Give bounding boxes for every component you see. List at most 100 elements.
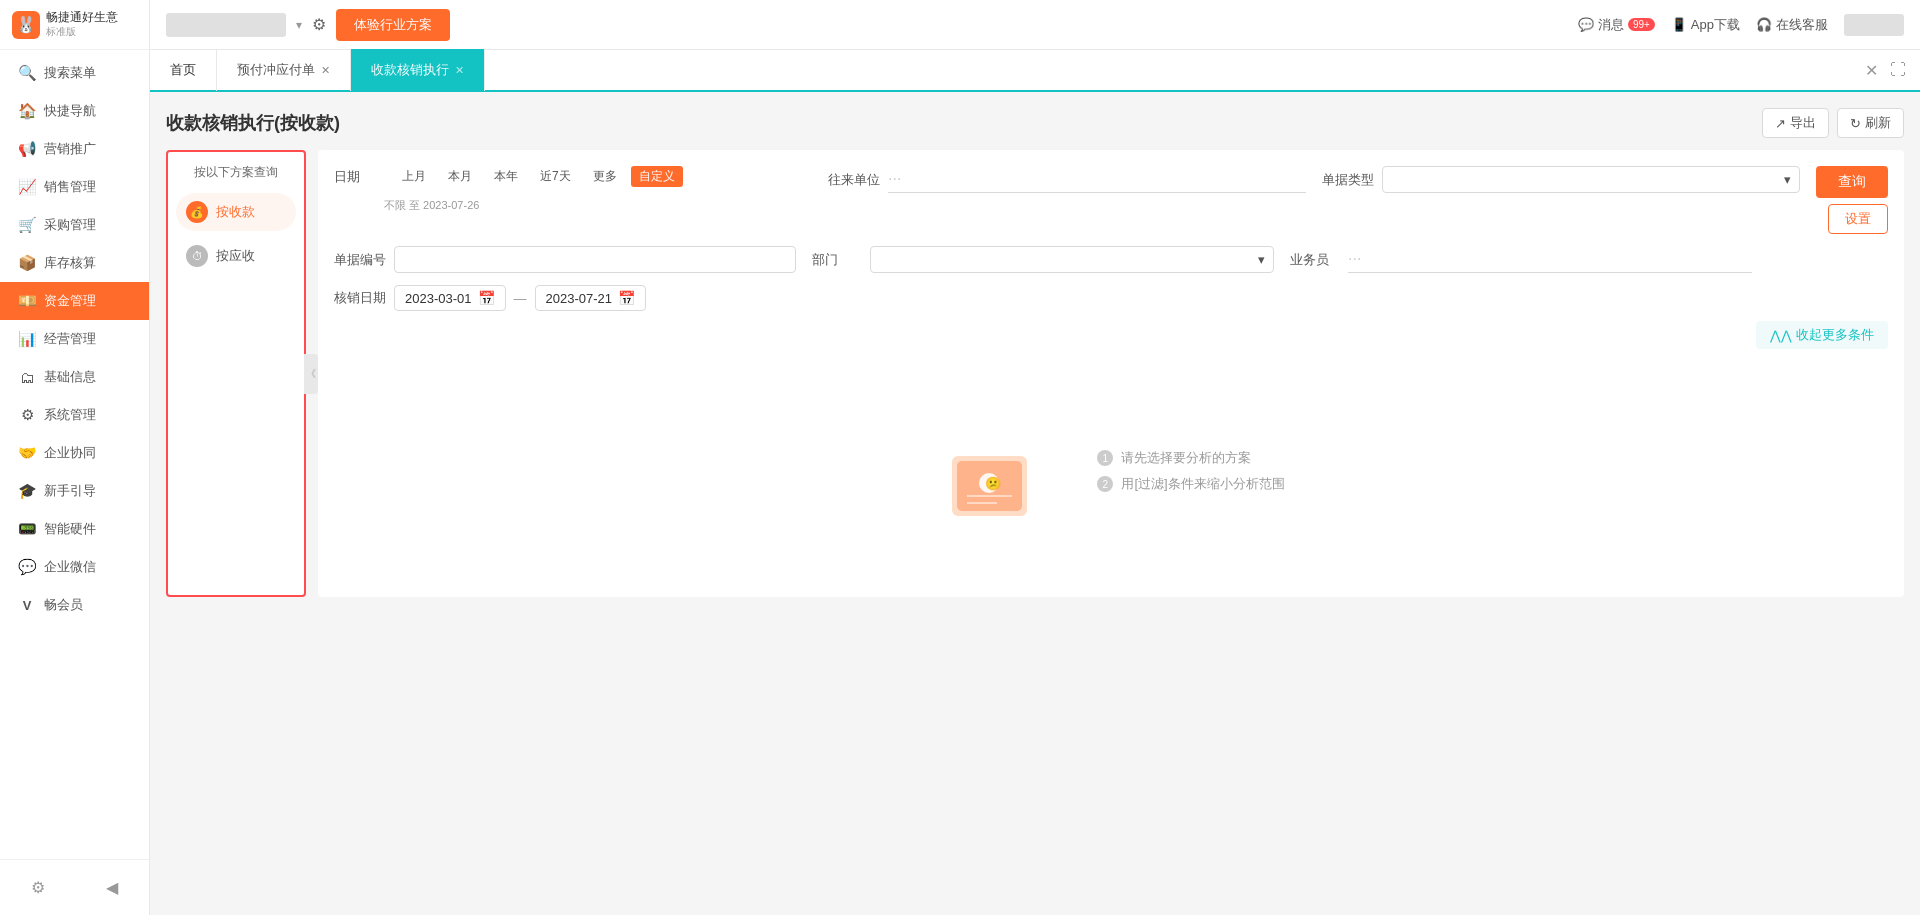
refresh-button[interactable]: ↻ 刷新: [1837, 108, 1904, 138]
date-tab-more[interactable]: 更多: [585, 166, 625, 187]
sidebar-label-collab: 企业协同: [44, 444, 96, 462]
empty-svg: 😕: [937, 421, 1057, 521]
calendar-start-icon: 📅: [478, 290, 495, 306]
sidebar: 🐰 畅捷通好生意 标准版 🔍 搜索菜单 🏠 快捷导航 📢 营销推广 📈 销售管理…: [0, 0, 150, 915]
date-tab-this-year[interactable]: 本年: [486, 166, 526, 187]
sidebar-item-operation[interactable]: 📊 经营管理: [0, 320, 149, 358]
empty-illustration: 😕: [937, 421, 1057, 521]
page-content: 收款核销执行(按收款) ↗ 导出 ↻ 刷新 按以下方案查询 💰 按收款: [150, 92, 1920, 915]
calendar-end-icon: 📅: [618, 290, 635, 306]
receivable-icon: ⏱: [186, 245, 208, 267]
filter-row-2: 单据编号 部门 ▾ 业务员 ···: [334, 246, 1888, 273]
main-wrapper: ▾ ⚙ 体验行业方案 💬 消息 99+ 📱 App下载 🎧 在线客服 首页: [150, 0, 1920, 915]
filter-by-receipt[interactable]: 💰 按收款: [176, 193, 296, 231]
sidebar-item-hardware[interactable]: 📟 智能硬件: [0, 510, 149, 548]
date-tab-this-month[interactable]: 本月: [440, 166, 480, 187]
marketing-icon: 📢: [18, 140, 36, 158]
sidebar-label-basic: 基础信息: [44, 368, 96, 386]
counterparty-dots-btn[interactable]: ···: [888, 170, 901, 187]
settings-icon[interactable]: ⚙: [23, 870, 53, 905]
dept-label: 部门: [812, 251, 862, 269]
sidebar-item-system[interactable]: ⚙ 系统管理: [0, 396, 149, 434]
page-header: 收款核销执行(按收款) ↗ 导出 ↻ 刷新: [166, 108, 1904, 138]
date-tab-last-month[interactable]: 上月: [394, 166, 434, 187]
sidebar-label-wechat: 企业微信: [44, 558, 96, 576]
tab-receipt-close-icon[interactable]: ✕: [455, 64, 464, 77]
dropdown-arrow-icon[interactable]: ▾: [296, 18, 302, 32]
app-edition: 标准版: [46, 25, 118, 39]
collapse-more-section: ⋀⋀ 收起更多条件: [334, 321, 1888, 349]
salesman-dots-btn[interactable]: ···: [1348, 250, 1361, 267]
collapse-more-button[interactable]: ⋀⋀ 收起更多条件: [1756, 321, 1888, 349]
app-download-button[interactable]: 📱 App下载: [1671, 16, 1740, 34]
sidebar-item-sales[interactable]: 📈 销售管理: [0, 168, 149, 206]
verify-date-end-input[interactable]: 2023-07-21 📅: [535, 285, 647, 311]
settings-gear-icon[interactable]: ⚙: [312, 15, 326, 34]
settings-button[interactable]: 设置: [1828, 204, 1888, 234]
sidebar-item-purchase[interactable]: 🛒 采购管理: [0, 206, 149, 244]
sidebar-label-system: 系统管理: [44, 406, 96, 424]
search-icon: 🔍: [18, 64, 36, 82]
online-service-label: 在线客服: [1776, 16, 1828, 34]
sidebar-label-operation: 经营管理: [44, 330, 96, 348]
sidebar-item-shortcut[interactable]: 🏠 快捷导航: [0, 92, 149, 130]
filter-by-receivable[interactable]: ⏱ 按应收: [176, 237, 296, 275]
sidebar-item-finance[interactable]: 💴 资金管理: [0, 282, 149, 320]
bill-type-select[interactable]: ▾: [1382, 166, 1800, 193]
sidebar-item-wechat[interactable]: 💬 企业微信: [0, 548, 149, 586]
date-tabs: 上月 本月 本年 近7天 更多 自定义: [394, 166, 683, 187]
step1-num: 1: [1097, 450, 1113, 466]
tab-prepay-close-icon[interactable]: ✕: [321, 64, 330, 77]
sidebar-label-purchase: 采购管理: [44, 216, 96, 234]
sidebar-item-inventory[interactable]: 📦 库存核算: [0, 244, 149, 282]
verify-date-start-input[interactable]: 2023-03-01 📅: [394, 285, 506, 311]
solution-button[interactable]: 体验行业方案: [336, 9, 450, 41]
verify-date-end-value: 2023-07-21: [546, 291, 613, 306]
empty-text-block: 1 请先选择要分析的方案 2 用[过滤]条件来缩小分析范围: [1097, 449, 1284, 493]
user-avatar[interactable]: [1844, 14, 1904, 36]
sidebar-label-guide: 新手引导: [44, 482, 96, 500]
date-filter-row: 日期 上月 本月 本年 近7天 更多 自定义 不限 至 2023-07-26: [334, 166, 812, 213]
sidebar-logo: 🐰 畅捷通好生意 标准版: [0, 0, 149, 50]
export-icon: ↗: [1775, 116, 1786, 131]
sidebar-label-search: 搜索菜单: [44, 64, 96, 82]
headset-icon: 🎧: [1756, 17, 1772, 32]
counterparty-label: 往来单位: [828, 171, 880, 189]
panel-collapse-button[interactable]: 《: [304, 354, 318, 394]
topbar-brand: [166, 13, 286, 37]
bill-no-label: 单据编号: [334, 251, 386, 269]
tab-receipt-label: 收款核销执行: [371, 61, 449, 79]
query-actions: 查询 设置: [1816, 166, 1888, 234]
sidebar-item-basic[interactable]: 🗂 基础信息: [0, 358, 149, 396]
bill-type-filter: 单据类型 ▾: [1322, 166, 1800, 193]
sidebar-item-search[interactable]: 🔍 搜索菜单: [0, 54, 149, 92]
bill-no-input[interactable]: [394, 246, 796, 273]
wechat-icon: 💬: [18, 558, 36, 576]
sidebar-item-guide[interactable]: 🎓 新手引导: [0, 472, 149, 510]
sidebar-item-collab[interactable]: 🤝 企业协同: [0, 434, 149, 472]
query-button[interactable]: 查询: [1816, 166, 1888, 198]
message-button[interactable]: 💬 消息 99+: [1578, 16, 1655, 34]
sidebar-label-hardware: 智能硬件: [44, 520, 96, 538]
maximize-icon[interactable]: ⛶: [1886, 57, 1910, 83]
topbar-left: ▾ ⚙ 体验行业方案: [166, 9, 450, 41]
sidebar-item-marketing[interactable]: 📢 营销推广: [0, 130, 149, 168]
dept-filter: 部门 ▾: [812, 246, 1274, 273]
tab-home-label: 首页: [170, 61, 196, 79]
date-limit-text: 不限 至 2023-07-26: [384, 199, 479, 211]
close-tab-icon[interactable]: ✕: [1861, 57, 1882, 84]
chevron-up-icon: ⋀⋀: [1770, 328, 1792, 343]
date-tab-7days[interactable]: 近7天: [532, 166, 579, 187]
collapse-sidebar-icon[interactable]: ◀: [98, 870, 126, 905]
online-service-button[interactable]: 🎧 在线客服: [1756, 16, 1828, 34]
dept-select[interactable]: ▾: [870, 246, 1274, 273]
tab-receipt[interactable]: 收款核销执行 ✕: [351, 49, 485, 91]
custom-date-tag[interactable]: 自定义: [631, 166, 683, 187]
tab-home[interactable]: 首页: [150, 49, 217, 91]
chevron-down-icon: ▾: [1784, 172, 1791, 187]
hardware-icon: 📟: [18, 520, 36, 538]
sidebar-item-vip[interactable]: V 畅会员: [0, 586, 149, 624]
sales-icon: 📈: [18, 178, 36, 196]
tab-prepay[interactable]: 预付冲应付单 ✕: [217, 49, 351, 91]
export-button[interactable]: ↗ 导出: [1762, 108, 1829, 138]
